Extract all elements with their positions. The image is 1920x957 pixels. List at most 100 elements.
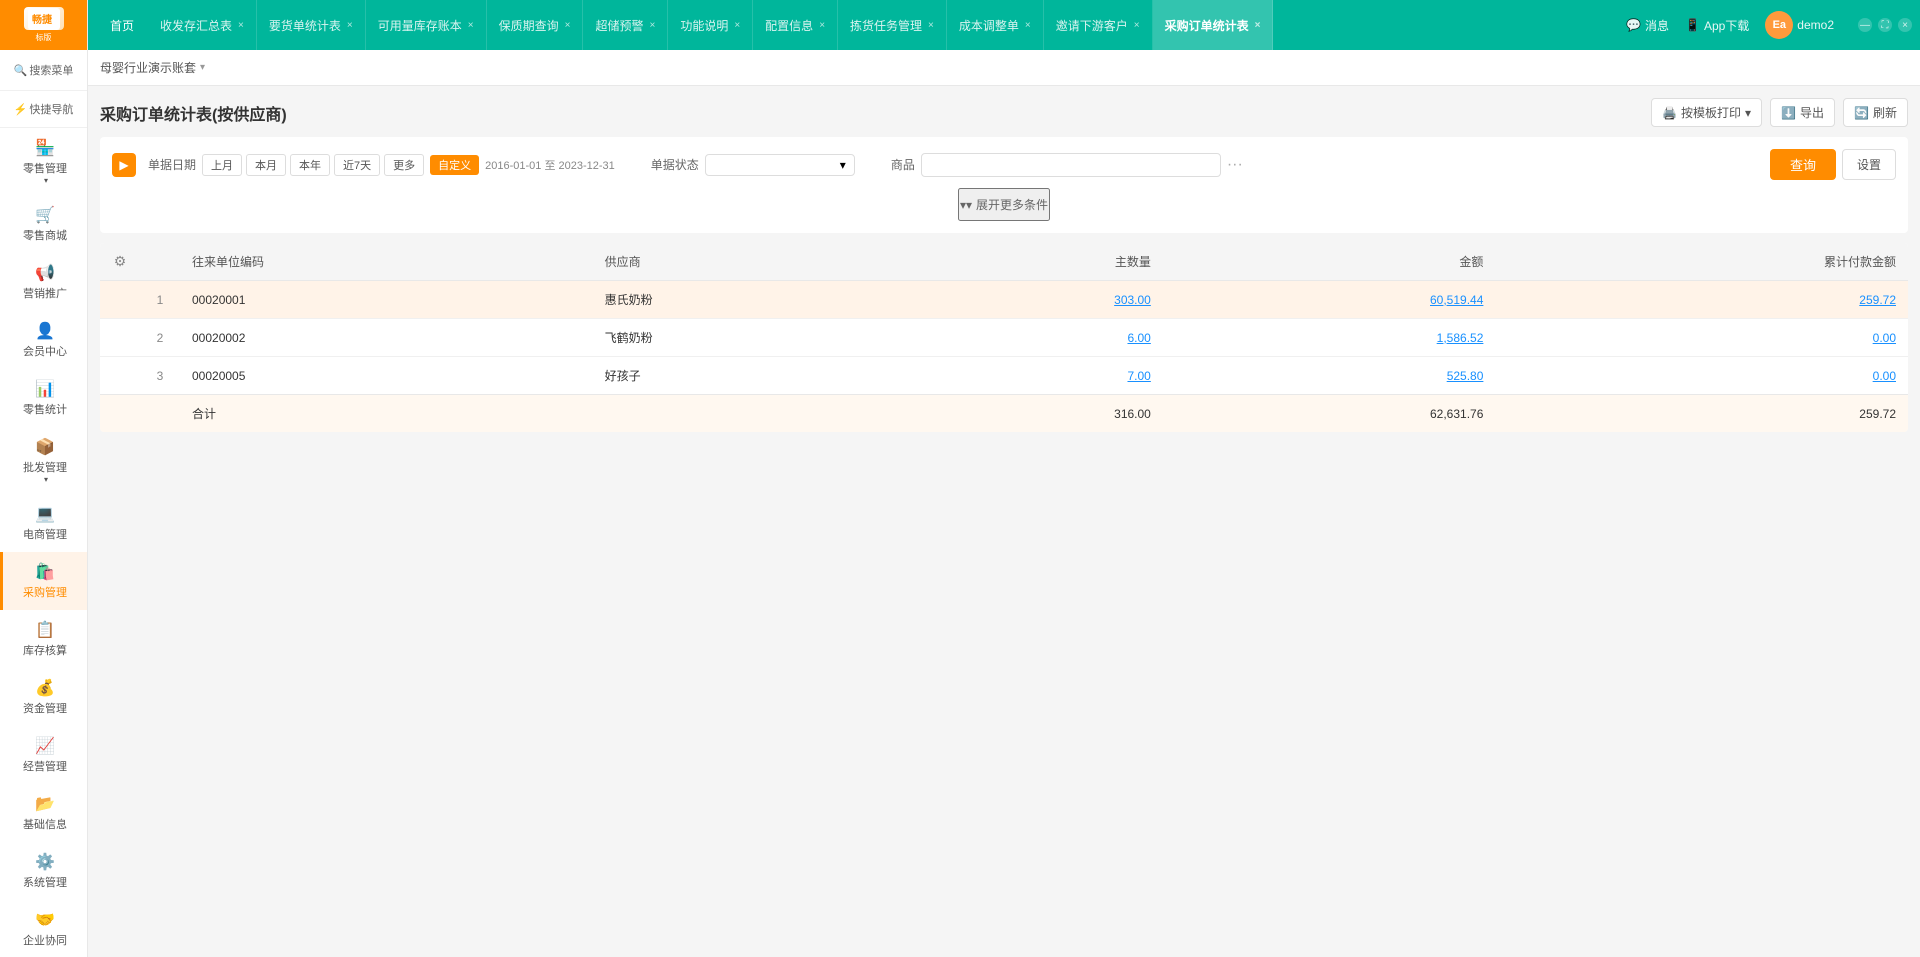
tab-label-func-desc: 功能说明 (680, 17, 728, 34)
sidebar-item-inventory[interactable]: 📋 库存核算 (0, 610, 87, 668)
tab-label-receive-send: 收发存汇总表 (160, 17, 232, 34)
nav-tab-invite-downstream[interactable]: 邀请下游客户 × (1044, 0, 1153, 50)
cell-supplier-code-2: 00020002 (180, 319, 593, 357)
date-7days-button[interactable]: 近7天 (334, 154, 380, 176)
cell-paid-amount-1[interactable]: 259.72 (1495, 281, 1908, 319)
date-custom-badge[interactable]: 自定义 (430, 155, 479, 175)
query-button[interactable]: 查询 (1770, 149, 1836, 180)
cell-paid-amount-2[interactable]: 0.00 (1495, 319, 1908, 357)
cell-paid-amount-3[interactable]: 0.00 (1495, 357, 1908, 395)
sidebar-item-basic[interactable]: 📂 基础信息 (0, 784, 87, 842)
marketing-icon: 📢 (35, 263, 55, 283)
print-arrow-icon: ▾ (1745, 106, 1751, 120)
cell-supplier-name-1: 惠氏奶粉 (593, 281, 902, 319)
cell-supplier-name-3: 好孩子 (593, 357, 902, 395)
sidebar-item-member[interactable]: 👤 会员中心 (0, 311, 87, 369)
member-icon: 👤 (35, 321, 55, 341)
print-icon: 🖨️ (1662, 106, 1677, 120)
sidebar-item-purchase[interactable]: 🛍️ 采购管理 (0, 552, 87, 610)
collapse-icon: ▶ (119, 158, 128, 172)
date-last-month-button[interactable]: 上月 (202, 154, 242, 176)
cell-amount-2[interactable]: 1,586.52 (1163, 319, 1496, 357)
cell-amount-3[interactable]: 525.80 (1163, 357, 1496, 395)
nav-tab-avail-inventory[interactable]: 可用量库存账本 × (366, 0, 487, 50)
cell-settings-3 (100, 357, 140, 395)
minimize-button[interactable]: — (1858, 18, 1872, 32)
date-more-button[interactable]: 更多 (384, 154, 424, 176)
cell-quantity-3[interactable]: 7.00 (902, 357, 1163, 395)
date-this-month-button[interactable]: 本月 (246, 154, 286, 176)
purchase-icon: 🛍️ (35, 562, 55, 582)
col-quantity: 主数量 (902, 243, 1163, 281)
status-select[interactable]: ▾ (705, 154, 855, 176)
close-tab-cost-adjust[interactable]: × (1025, 20, 1031, 31)
goods-filter-more-icon[interactable]: ··· (1227, 156, 1243, 174)
breadcrumb-dropdown[interactable]: 母婴行业演示账套 ▾ (100, 59, 205, 76)
goods-filter-input[interactable] (921, 153, 1221, 177)
sidebar-item-wholesale[interactable]: 📦 批发管理 ▾ (0, 427, 87, 494)
close-tab-pick-task[interactable]: × (928, 20, 934, 31)
close-tab-invite-downstream[interactable]: × (1134, 20, 1140, 31)
maximize-button[interactable]: ⛶ (1878, 18, 1892, 32)
nav-tab-home[interactable]: 首页 (96, 0, 148, 50)
export-label: 导出 (1800, 104, 1824, 121)
table-header-row: ⚙ 往来单位编码 供应商 主数量 金额 累计付款金额 (100, 243, 1908, 281)
sidebar-item-enterprise[interactable]: 🤝 企业协同 (0, 900, 87, 957)
date-this-year-button[interactable]: 本年 (290, 154, 330, 176)
search-menu-button[interactable]: 🔍 搜索菜单 (4, 58, 83, 82)
nav-tab-expiry-query[interactable]: 保质期查询 × (487, 0, 584, 50)
sidebar-item-system[interactable]: ⚙️ 系统管理 (0, 842, 87, 900)
close-tab-avail-inventory[interactable]: × (468, 20, 474, 31)
wholesale-expand-icon: ▾ (44, 475, 48, 484)
cell-quantity-1[interactable]: 303.00 (902, 281, 1163, 319)
print-button[interactable]: 🖨️ 按模板打印 ▾ (1651, 98, 1762, 127)
message-item[interactable]: 💬 消息 (1626, 17, 1669, 34)
sidebar-item-retail-stats[interactable]: 📊 零售统计 (0, 369, 87, 427)
filter-collapse-button[interactable]: ▶ (112, 153, 136, 177)
expand-more-button[interactable]: ▾▾ 展开更多条件 (958, 188, 1050, 221)
ecommerce-icon: 💻 (35, 504, 55, 524)
logo-subtitle: 标版 (36, 32, 52, 43)
close-tab-goods-stats[interactable]: × (347, 20, 353, 31)
close-tab-config-info[interactable]: × (819, 20, 825, 31)
close-tab-purchase-stats[interactable]: × (1255, 20, 1261, 31)
sidebar-item-finance[interactable]: 💰 资金管理 (0, 668, 87, 726)
nav-tab-func-desc[interactable]: 功能说明 × (668, 0, 753, 50)
table-settings-icon[interactable]: ⚙ (114, 253, 127, 269)
close-tab-expiry-query[interactable]: × (565, 20, 571, 31)
close-tab-func-desc[interactable]: × (734, 20, 740, 31)
sidebar-item-operations[interactable]: 📈 经营管理 (0, 726, 87, 784)
shortcut-icon: ⚡ (14, 103, 28, 116)
top-nav-bar: 首页 收发存汇总表 × 要货单统计表 × 可用量库存账本 × 保质期查询 × 超… (88, 0, 1920, 50)
cell-rownum-3: 3 (140, 357, 180, 395)
cell-amount-1[interactable]: 60,519.44 (1163, 281, 1496, 319)
nav-tab-receive-send[interactable]: 收发存汇总表 × (148, 0, 257, 50)
export-button[interactable]: ⬇️ 导出 (1770, 98, 1835, 127)
close-tab-receive-send[interactable]: × (238, 20, 244, 31)
filter-settings-button[interactable]: 设置 (1842, 149, 1896, 180)
sidebar-item-ecommerce[interactable]: 💻 电商管理 (0, 494, 87, 552)
sidebar-item-label-member: 会员中心 (23, 343, 67, 359)
nav-tab-config-info[interactable]: 配置信息 × (753, 0, 838, 50)
close-button[interactable]: × (1898, 18, 1912, 32)
cell-supplier-code-1: 00020001 (180, 281, 593, 319)
cell-quantity-2[interactable]: 6.00 (902, 319, 1163, 357)
sidebar-item-marketing[interactable]: 📢 营销推广 (0, 253, 87, 311)
finance-icon: 💰 (35, 678, 55, 698)
user-item[interactable]: Ea demo2 (1765, 11, 1834, 39)
nav-tab-purchase-stats[interactable]: 采购订单统计表 × (1153, 0, 1274, 50)
cell-supplier-code-3: 00020005 (180, 357, 593, 395)
close-tab-overstock[interactable]: × (649, 20, 655, 31)
shortcut-nav-button[interactable]: ⚡ 快捷导航 (0, 95, 87, 123)
sidebar-item-retail-mall[interactable]: 🛒 零售商城 (0, 195, 87, 253)
table-footer: 合计 316.00 62,631.76 259.72 (100, 395, 1908, 433)
table-footer-row: 合计 316.00 62,631.76 259.72 (100, 395, 1908, 433)
sidebar-item-retail[interactable]: 🏪 零售管理 ▾ (0, 128, 87, 195)
refresh-button[interactable]: 🔄 刷新 (1843, 98, 1908, 127)
app-download-item[interactable]: 📱 App下载 (1685, 17, 1749, 34)
nav-tab-cost-adjust[interactable]: 成本调整单 × (947, 0, 1044, 50)
search-section: 🔍 搜索菜单 (0, 50, 87, 91)
nav-tab-pick-task[interactable]: 拣货任务管理 × (838, 0, 947, 50)
nav-tab-overstock[interactable]: 超储预警 × (583, 0, 668, 50)
nav-tab-goods-stats[interactable]: 要货单统计表 × (257, 0, 366, 50)
